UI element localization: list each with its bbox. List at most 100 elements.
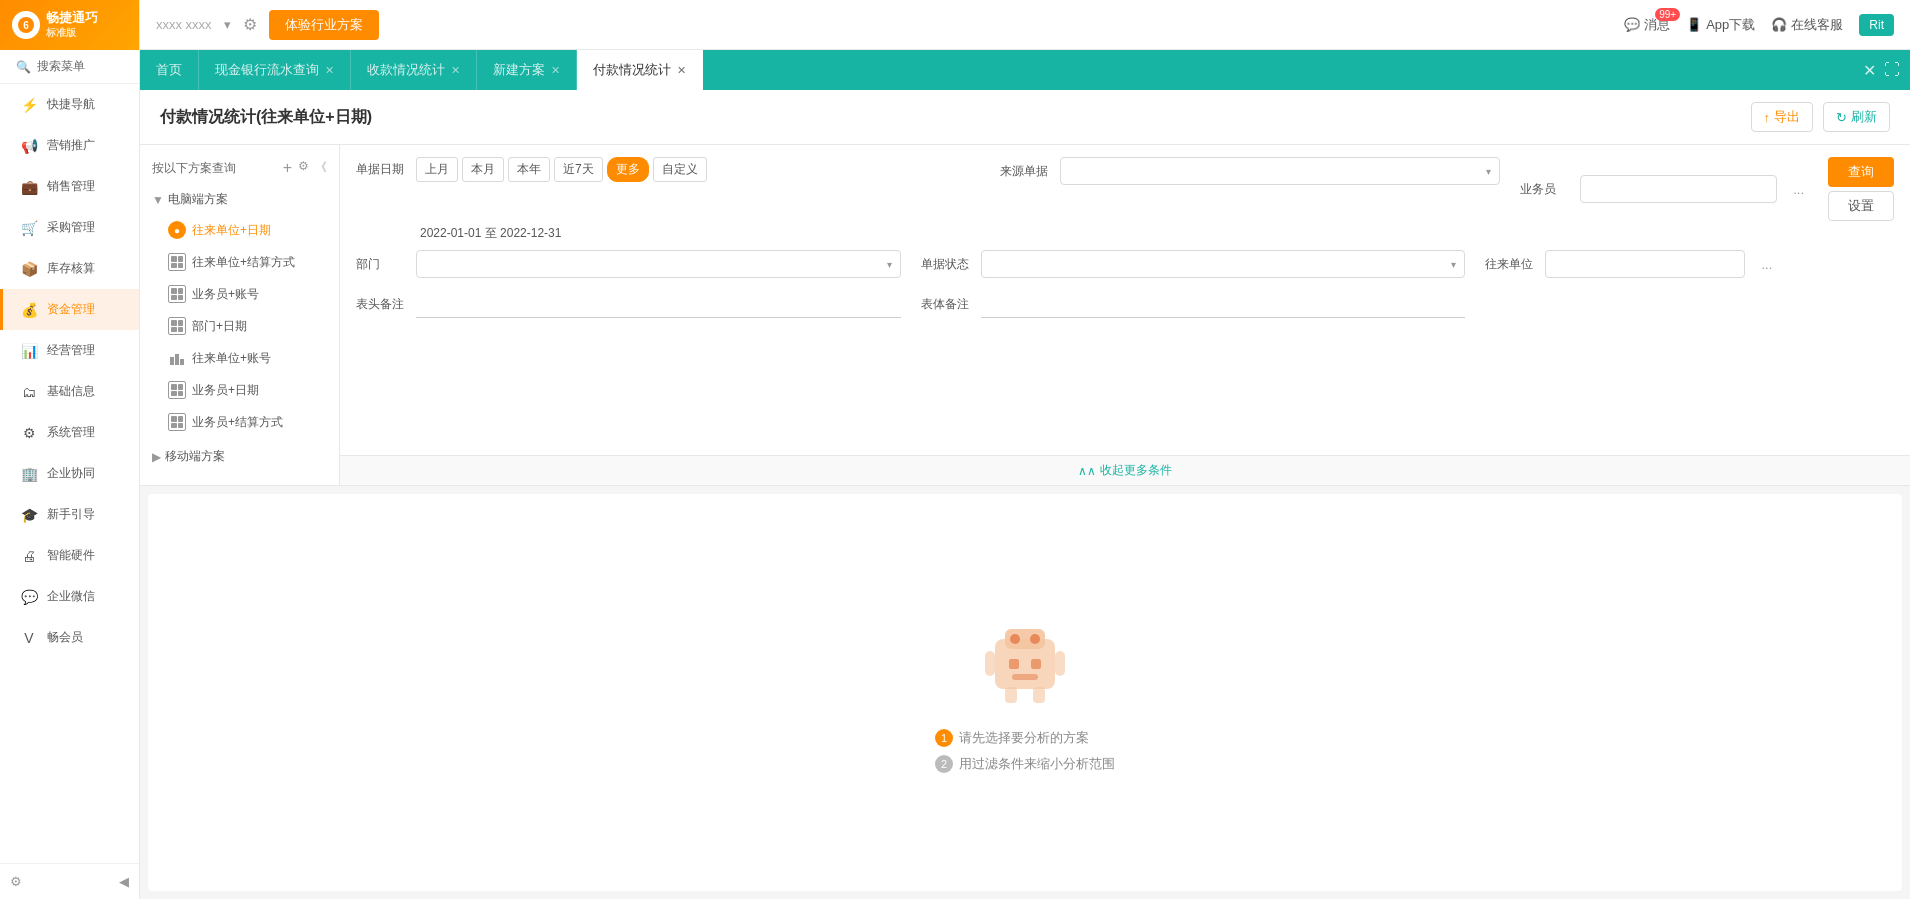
dept-select[interactable]: ▾ (416, 250, 901, 278)
header-note-item: 表头备注 (356, 290, 901, 318)
page-header: 付款情况统计(往来单位+日期) ↑ 导出 ↻ 刷新 (140, 90, 1910, 145)
collapse-label: 收起更多条件 (1100, 462, 1172, 479)
guide-icon: 🎓 (19, 507, 39, 523)
scheme-item-1[interactable]: 往来单位+结算方式 (140, 246, 339, 278)
salesperson-dots[interactable]: ... (1785, 179, 1812, 200)
date-btn-this-month[interactable]: 本月 (462, 157, 504, 182)
export-icon: ↑ (1764, 110, 1771, 125)
date-btn-7days[interactable]: 近7天 (554, 157, 603, 182)
sidebar-label-purchase: 采购管理 (47, 219, 95, 236)
settings-button[interactable]: 设置 (1828, 191, 1894, 221)
refresh-label: 刷新 (1851, 108, 1877, 126)
sidebar-item-purchase[interactable]: 🛒 采购管理 (0, 207, 139, 248)
voucher-status-select[interactable]: ▾ (981, 250, 1466, 278)
tab-payment[interactable]: 付款情况统计 ✕ (577, 50, 703, 90)
footer-settings-icon[interactable]: ⚙ (10, 874, 22, 889)
sidebar-item-basic[interactable]: 🗂 基础信息 (0, 371, 139, 412)
sidebar-item-finance[interactable]: 💰 资金管理 (0, 289, 139, 330)
counterpart-dots[interactable]: ... (1753, 254, 1780, 275)
sidebar-item-marketing[interactable]: 📢 营销推广 (0, 125, 139, 166)
sidebar-logo: 6 畅捷通巧 标准版 (0, 0, 139, 50)
query-button[interactable]: 查询 (1828, 157, 1894, 187)
condition-row-2: 部门 ▾ 单据状态 ▾ (356, 250, 1894, 278)
voucher-status-item: 单据状态 ▾ (921, 250, 1466, 278)
scheme-settings-icon[interactable]: ⚙ (298, 159, 309, 177)
source-item: 来源单据 ▾ (1000, 157, 1499, 185)
sidebar-item-system[interactable]: ⚙ 系统管理 (0, 412, 139, 453)
sidebar-item-inventory[interactable]: 📦 库存核算 (0, 248, 139, 289)
scheme-item-0[interactable]: ● 往来单位+日期 (140, 214, 339, 246)
search-menu[interactable]: 🔍 搜索菜单 (0, 50, 139, 84)
search-icon: 🔍 (16, 60, 31, 74)
sidebar-item-wechat[interactable]: 💬 企业微信 (0, 576, 139, 617)
system-icon: ⚙ (19, 425, 39, 441)
desktop-section-title[interactable]: ▼ 电脑端方案 (140, 185, 339, 214)
trial-button[interactable]: 体验行业方案 (269, 10, 379, 40)
date-btn-this-year[interactable]: 本年 (508, 157, 550, 182)
scheme-label-4: 往来单位+账号 (192, 350, 271, 367)
tab-maximize-icon[interactable]: ⛶ (1884, 61, 1900, 79)
salesperson-item: 业务员 ... 查询 设置 (1520, 157, 1895, 221)
tab-newplan[interactable]: 新建方案 ✕ (477, 50, 577, 90)
source-label: 来源单据 (1000, 163, 1052, 180)
sales-icon: 💼 (19, 179, 39, 195)
topbar-gear-icon[interactable]: ⚙ (243, 15, 257, 34)
date-range-display: 2022-01-01 至 2022-12-31 (356, 225, 1894, 242)
scheme-collapse-icon[interactable]: 《 (315, 159, 327, 177)
scheme-icon-4 (168, 349, 186, 367)
export-button[interactable]: ↑ 导出 (1751, 102, 1814, 132)
scheme-item-5[interactable]: 业务员+日期 (140, 374, 339, 406)
body-note-input[interactable] (981, 290, 1466, 318)
sidebar-item-operations[interactable]: 📊 经营管理 (0, 330, 139, 371)
date-btn-last-month[interactable]: 上月 (416, 157, 458, 182)
sidebar-label-guide: 新手引导 (47, 506, 95, 523)
tab-receivable-close[interactable]: ✕ (451, 64, 460, 77)
date-buttons: 上月 本月 本年 近7天 更多 自定义 (416, 157, 980, 182)
sidebar-item-sales[interactable]: 💼 销售管理 (0, 166, 139, 207)
online-service-btn[interactable]: 🎧 在线客服 (1771, 16, 1843, 34)
source-select[interactable]: ▾ (1060, 157, 1499, 185)
scheme-item-4[interactable]: 往来单位+账号 (140, 342, 339, 374)
finance-icon: 💰 (19, 302, 39, 318)
sidebar-label-hardware: 智能硬件 (47, 547, 95, 564)
tab-cashflow[interactable]: 现金银行流水查询 ✕ (199, 50, 351, 90)
marketing-icon: 📢 (19, 138, 39, 154)
tab-receivable[interactable]: 收款情况统计 ✕ (351, 50, 477, 90)
scheme-item-3[interactable]: 部门+日期 (140, 310, 339, 342)
tab-newplan-label: 新建方案 (493, 61, 545, 79)
scheme-item-2[interactable]: 业务员+账号 (140, 278, 339, 310)
tabbar-actions: ✕ ⛶ (1853, 50, 1910, 90)
content-area: 付款情况统计(往来单位+日期) ↑ 导出 ↻ 刷新 按以下方案查询 + (140, 90, 1910, 899)
tab-newplan-close[interactable]: ✕ (551, 64, 560, 77)
app-download-btn[interactable]: 📱 App下载 (1686, 16, 1755, 34)
sidebar-item-vip[interactable]: V 畅会员 (0, 617, 139, 658)
tab-home[interactable]: 首页 (140, 50, 199, 90)
sidebar-label-vip: 畅会员 (47, 629, 83, 646)
footer-collapse-icon[interactable]: ◀ (119, 874, 129, 889)
counterpart-select[interactable] (1545, 250, 1745, 278)
status-arrow: ▾ (1451, 259, 1456, 270)
refresh-button[interactable]: ↻ 刷新 (1823, 102, 1890, 132)
sidebar-item-guide[interactable]: 🎓 新手引导 (0, 494, 139, 535)
header-note-input[interactable] (416, 290, 901, 318)
svg-point-4 (1010, 634, 1020, 644)
add-scheme-icon[interactable]: + (283, 159, 292, 177)
topbar-right: 💬 消息 99+ 📱 App下载 🎧 在线客服 Rit (1624, 14, 1894, 36)
sidebar-label-enterprise: 企业协同 (47, 465, 95, 482)
sidebar-item-hardware[interactable]: 🖨 智能硬件 (0, 535, 139, 576)
topbar-dropdown-arrow[interactable]: ▾ (224, 17, 231, 32)
scheme-item-6[interactable]: 业务员+结算方式 (140, 406, 339, 438)
date-btn-custom[interactable]: 自定义 (653, 157, 707, 182)
tab-cashflow-close[interactable]: ✕ (325, 64, 334, 77)
messages-btn[interactable]: 💬 消息 99+ (1624, 16, 1670, 34)
tip-num-2: 2 (935, 755, 953, 773)
mobile-section-title[interactable]: ▶ 移动端方案 (140, 442, 339, 471)
date-btn-more[interactable]: 更多 (607, 157, 649, 182)
tab-payment-close[interactable]: ✕ (677, 64, 686, 77)
sidebar-item-quicknav[interactable]: ⚡ 快捷导航 (0, 84, 139, 125)
tab-close-all-icon[interactable]: ✕ (1863, 61, 1876, 80)
salesperson-select[interactable] (1580, 175, 1778, 203)
avatar[interactable]: Rit (1859, 14, 1894, 36)
sidebar-item-enterprise[interactable]: 🏢 企业协同 (0, 453, 139, 494)
collapse-button[interactable]: ∧∧ 收起更多条件 (340, 455, 1910, 485)
